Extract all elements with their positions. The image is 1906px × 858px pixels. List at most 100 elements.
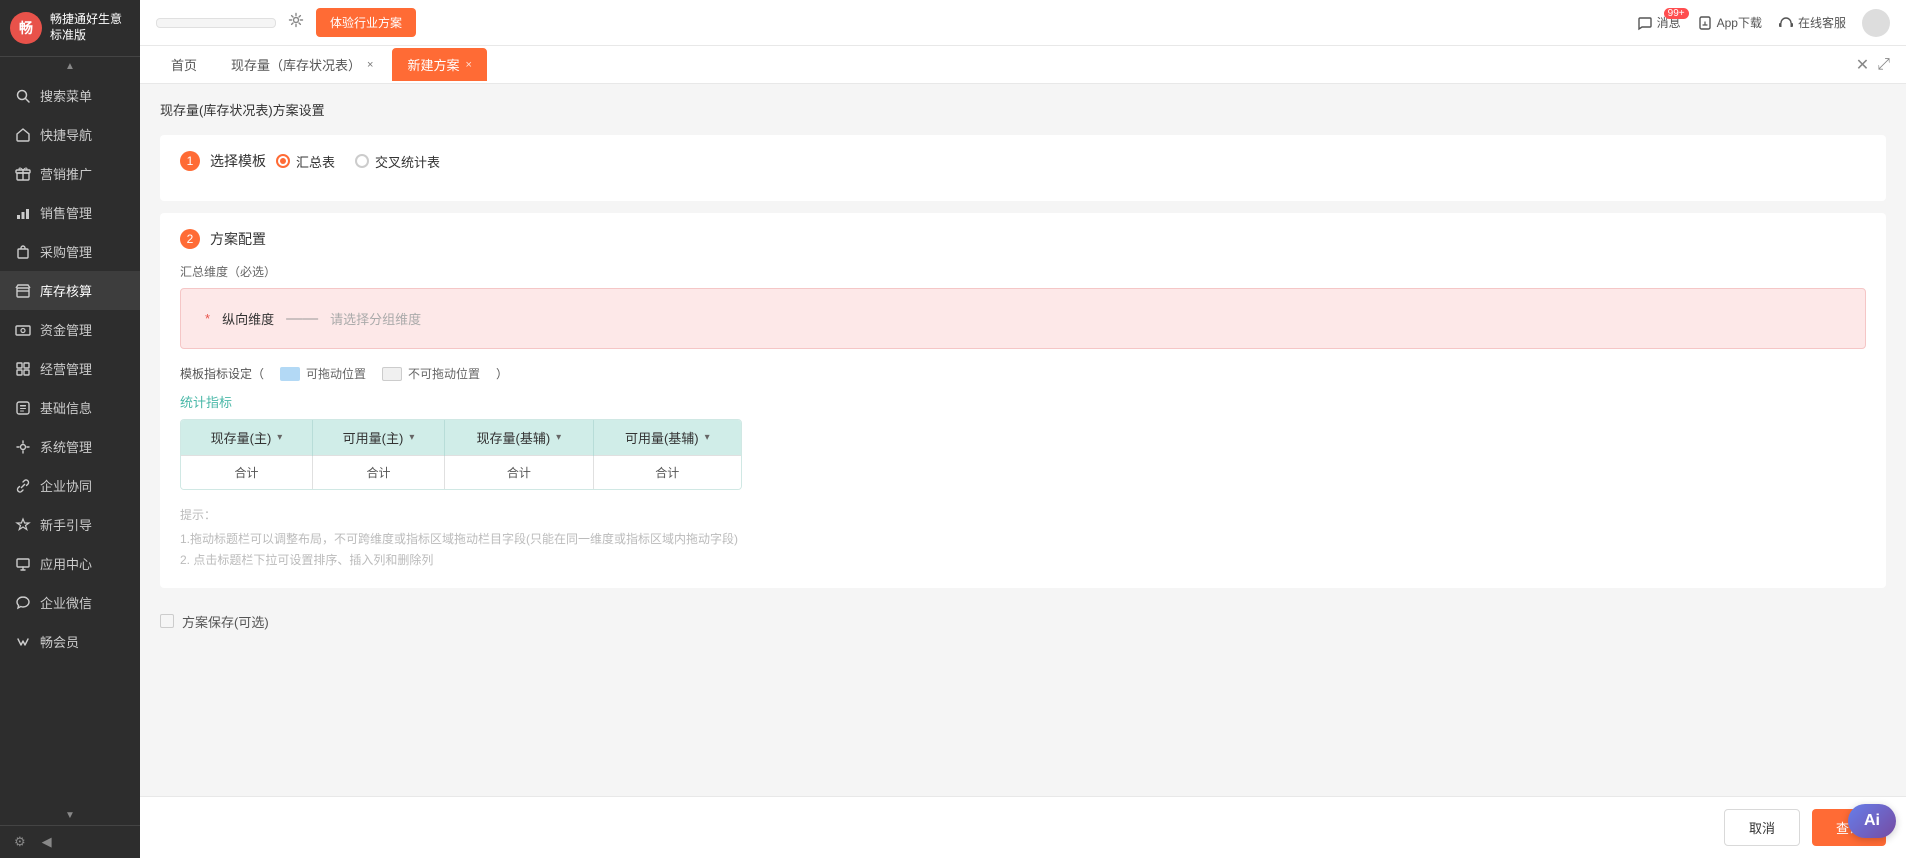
chevron-1: ▾: [409, 432, 414, 443]
dimension-box[interactable]: * 纵向维度 —— 请选择分组维度: [180, 288, 1866, 349]
tab-inventory[interactable]: 现存量（库存状况表） ×: [216, 48, 388, 81]
sidebar-item-system[interactable]: 系统管理: [0, 427, 140, 466]
trial-btn[interactable]: 体验行业方案: [316, 8, 416, 37]
step2-badge: 2: [180, 229, 200, 249]
col-header-3[interactable]: 可用量(基辅) ▾: [593, 420, 741, 456]
step1-badge: 1: [180, 151, 200, 171]
user-avatar[interactable]: [1862, 9, 1890, 37]
v-icon: [14, 633, 32, 651]
logo-area: 畅 畅捷通好生意 标准版: [0, 0, 140, 57]
home-icon: [14, 126, 32, 144]
box-icon: [14, 282, 32, 300]
agg-cell-0: 合计: [181, 456, 312, 490]
dim-arrow: ——: [286, 310, 318, 328]
dim-required-star: *: [205, 311, 210, 326]
tab-expand-icon[interactable]: ⤢: [1877, 56, 1890, 74]
sidebar-item-appstore[interactable]: 应用中心: [0, 544, 140, 583]
legend-draggable-box: [280, 367, 300, 381]
indicator-setting-label: 模板指标设定（: [180, 365, 264, 382]
save-label: 方案保存(可选): [182, 612, 269, 631]
sidebar-item-purchase[interactable]: 采购管理: [0, 232, 140, 271]
dim-field-label: 纵向维度: [222, 309, 274, 328]
step2-section: 2 方案配置 汇总维度（必选） * 纵向维度 —— 请选择分组维度 模板指标设定…: [160, 213, 1886, 588]
tip-item-0: 1.拖动标题栏可以调整布局，不可跨维度或指标区域拖动栏目字段(只能在同一维度或指…: [180, 529, 1866, 551]
save-checkbox[interactable]: [160, 614, 174, 628]
dimension-label: 汇总维度（必选）: [180, 263, 1866, 280]
agg-cell-1: 合计: [312, 456, 444, 490]
agg-cell-3: 合计: [593, 456, 741, 490]
step2-header: 2 方案配置: [180, 229, 1866, 249]
sidebar-scroll-down[interactable]: ▼: [0, 806, 140, 825]
app-download-btn[interactable]: App下载: [1697, 14, 1762, 31]
gift-icon: [14, 165, 32, 183]
search-box: [156, 18, 276, 28]
tips-label: 提示：: [180, 505, 1866, 527]
logo-icon: 畅: [10, 12, 42, 44]
gear-bottom-icon[interactable]: ⚙: [14, 834, 26, 850]
tab-home[interactable]: 首页: [156, 48, 212, 81]
radio-summary-dot: [280, 158, 286, 164]
chat-icon: [14, 594, 32, 612]
content-area: 现存量(库存状况表)方案设置 1 选择模板 汇总表 交叉统计表: [140, 84, 1906, 796]
page-title: 现存量(库存状况表)方案设置: [160, 100, 1886, 119]
star-icon: [14, 516, 32, 534]
sidebar-item-inventory[interactable]: 库存核算: [0, 271, 140, 310]
sidebar-scroll-up[interactable]: ▲: [0, 57, 140, 76]
stats-table: 现存量(主) ▾ 可用量(主) ▾: [181, 420, 741, 489]
agg-cell-2: 合计: [445, 456, 594, 490]
topbar-gear-icon[interactable]: [288, 12, 304, 33]
tabs-bar: 首页 现存量（库存状况表） × 新建方案 × ✕ ⤢: [140, 46, 1906, 84]
topbar: 体验行业方案 消息 99+ App下载 在线客服: [140, 0, 1906, 46]
stats-label: 统计指标: [180, 392, 1866, 411]
sidebar-item-quicknav[interactable]: 快捷导航: [0, 115, 140, 154]
radio-summary[interactable]: 汇总表: [276, 152, 335, 171]
tab-close-icon[interactable]: ✕: [1856, 55, 1869, 75]
col-header-1[interactable]: 可用量(主) ▾: [312, 420, 444, 456]
sidebar-item-finance[interactable]: 资金管理: [0, 310, 140, 349]
tab-new-plan-close[interactable]: ×: [465, 59, 471, 71]
step1-title: 选择模板: [210, 151, 266, 171]
cancel-button[interactable]: 取消: [1724, 809, 1800, 846]
step2-title: 方案配置: [210, 229, 266, 249]
indicator-setting-end: ）: [496, 365, 508, 382]
step1-header: 1 选择模板 汇总表 交叉统计表: [180, 151, 1866, 171]
link-icon: [14, 477, 32, 495]
online-service-btn[interactable]: 在线客服: [1778, 14, 1846, 31]
radio-cross-circle: [355, 154, 369, 168]
sidebar-item-member[interactable]: 畅会员: [0, 622, 140, 661]
chevron-2: ▾: [556, 432, 561, 443]
money-icon: [14, 321, 32, 339]
template-radio-group: 汇总表 交叉统计表: [276, 152, 440, 171]
draggable-legend: 模板指标设定（ 可拖动位置 不可拖动位置 ）: [180, 365, 1866, 382]
tips-section: 提示： 1.拖动标题栏可以调整布局，不可跨维度或指标区域拖动栏目字段(只能在同一…: [180, 505, 1866, 572]
radio-cross[interactable]: 交叉统计表: [355, 152, 440, 171]
info-icon: [14, 399, 32, 417]
sidebar-item-basic[interactable]: 基础信息: [0, 388, 140, 427]
ai-badge[interactable]: Ai: [1848, 804, 1896, 838]
sidebar-item-sales[interactable]: 销售管理: [0, 193, 140, 232]
legend-draggable: 可拖动位置: [280, 365, 366, 382]
chart-icon: [14, 204, 32, 222]
messages-btn[interactable]: 消息 99+: [1637, 14, 1681, 31]
sidebar: 畅 畅捷通好生意 标准版 ▲ 搜索菜单 快捷导航 营销推广: [0, 0, 140, 858]
chevron-0: ▾: [277, 432, 282, 443]
sidebar-item-guide[interactable]: 新手引导: [0, 505, 140, 544]
sidebar-item-manage[interactable]: 经营管理: [0, 349, 140, 388]
col-header-0[interactable]: 现存量(主) ▾: [181, 420, 312, 456]
dim-placeholder: 请选择分组维度: [330, 309, 421, 328]
sidebar-nav: 搜索菜单 快捷导航 营销推广 销售管理 采购管理: [0, 76, 140, 806]
tab-new-plan[interactable]: 新建方案 ×: [392, 48, 486, 81]
sidebar-item-contract[interactable]: 企业协同: [0, 466, 140, 505]
legend-nondraggable-box: [382, 367, 402, 381]
sidebar-item-search[interactable]: 搜索菜单: [0, 76, 140, 115]
save-row: 方案保存(可选): [160, 600, 1886, 643]
tip-item-1: 2. 点击标题栏下拉可设置排序、插入列和删除列: [180, 550, 1866, 572]
sidebar-item-wechat[interactable]: 企业微信: [0, 583, 140, 622]
settings-icon: [14, 438, 32, 456]
indicator-section: 模板指标设定（ 可拖动位置 不可拖动位置 ） 统计指标: [180, 365, 1866, 572]
col-header-2[interactable]: 现存量(基辅) ▾: [445, 420, 594, 456]
bag-icon: [14, 243, 32, 261]
sidebar-item-marketing[interactable]: 营销推广: [0, 154, 140, 193]
speaker-icon[interactable]: ◀: [42, 834, 52, 850]
tab-inventory-close[interactable]: ×: [367, 59, 373, 71]
